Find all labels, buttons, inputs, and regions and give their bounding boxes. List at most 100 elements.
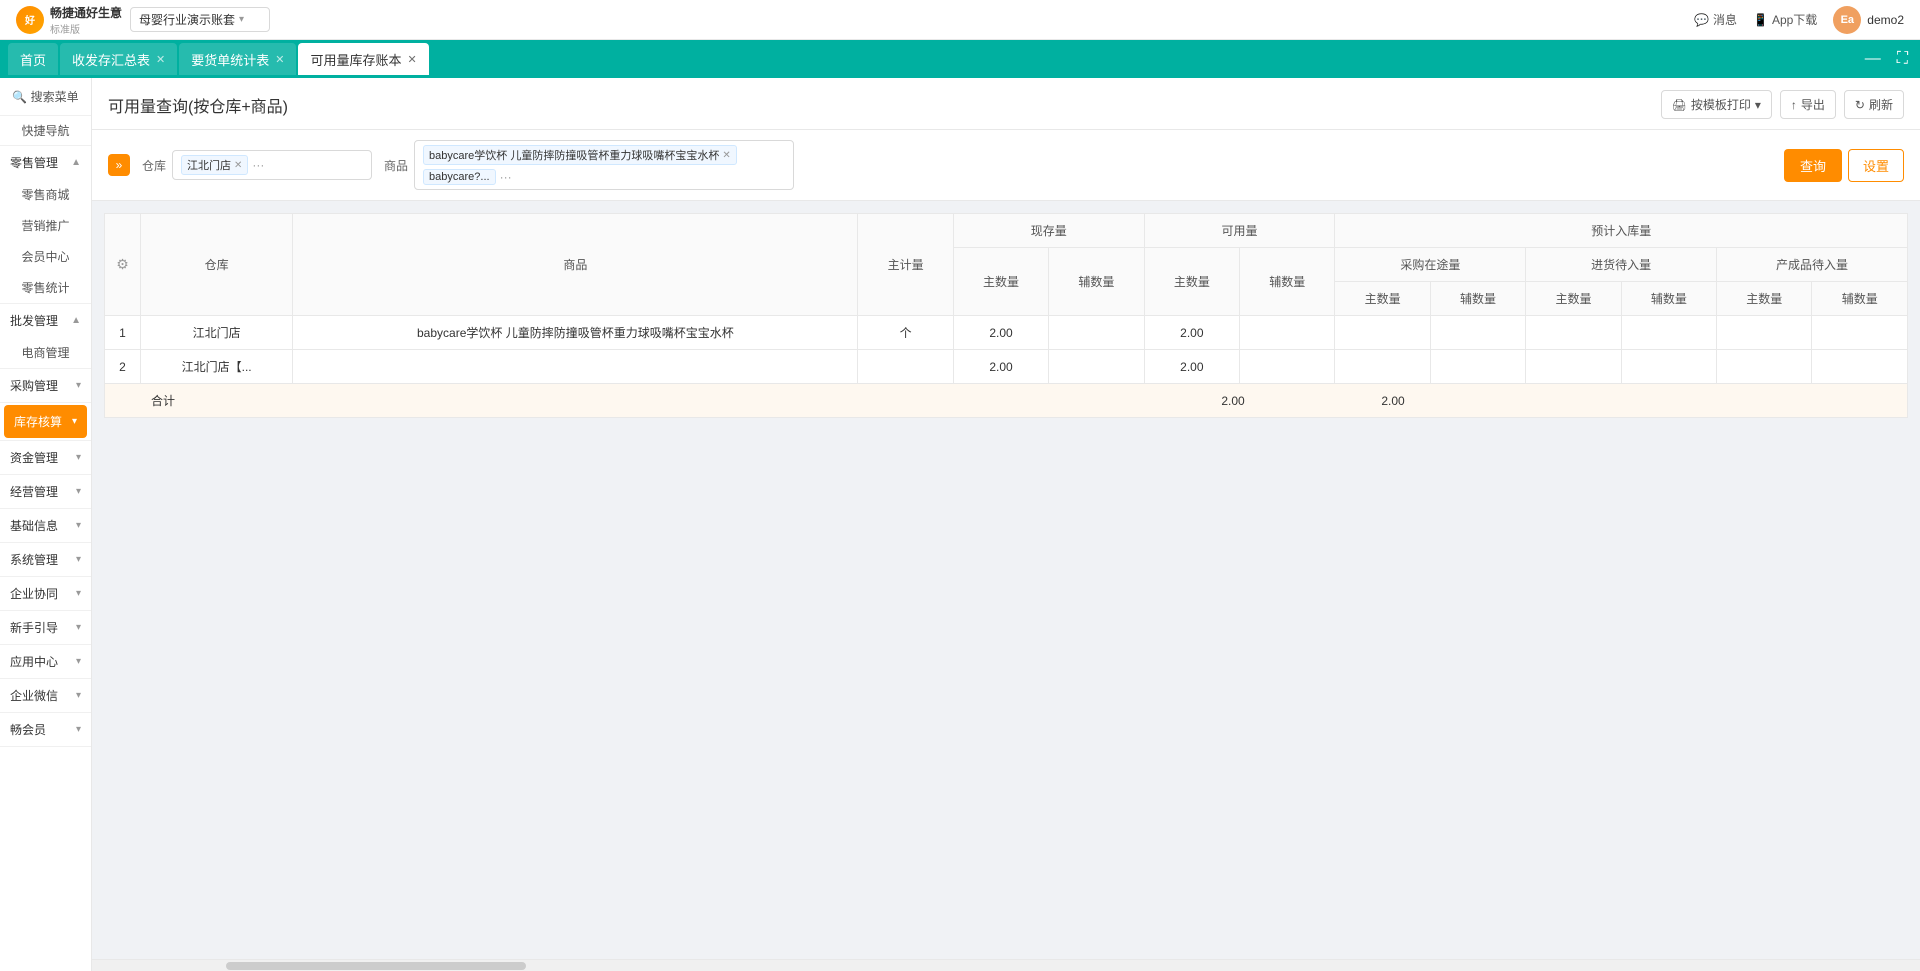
col-goods-in-aux-header: 辅数量 <box>1621 282 1716 316</box>
sidebar-section-wechat: 企业微信 ▾ <box>0 679 91 713</box>
sidebar-purchase-header[interactable]: 采购管理 ▾ <box>0 369 91 402</box>
sidebar-member-arrow-icon: ▾ <box>76 724 81 735</box>
tab-receipt-summary-close-icon[interactable]: ✕ <box>156 53 165 66</box>
cell-unit-1 <box>858 350 953 384</box>
sidebar-section-wholesale: 批发管理 ▲ 电商管理 <box>0 304 91 369</box>
scroll-thumb[interactable] <box>226 962 526 970</box>
tab-order-summary[interactable]: 要货单统计表 ✕ <box>179 43 296 75</box>
table-row: 1 江北门店 babycare学饮杯 儿童防摔防撞吸管杯重力球吸嘴杯宝宝水杯 个… <box>105 316 1908 350</box>
sidebar-purchase-arrow-icon: ▾ <box>76 380 81 391</box>
sidebar-wholesale-header[interactable]: 批发管理 ▲ <box>0 304 91 337</box>
table-body: 1 江北门店 babycare学饮杯 儿童防摔防撞吸管杯重力球吸嘴杯宝宝水杯 个… <box>105 316 1908 384</box>
sidebar-wholesale-arrow-icon: ▲ <box>71 315 81 326</box>
print-dropdown-icon: ▾ <box>1755 98 1761 112</box>
export-btn[interactable]: ↑ 导出 <box>1780 90 1836 119</box>
sidebar-member-header[interactable]: 畅会员 ▾ <box>0 713 91 746</box>
table-settings-icon[interactable]: ⚙ <box>116 256 129 272</box>
page-header-actions: 🖨 按模板打印 ▾ ↑ 导出 ↻ 刷新 <box>1661 90 1904 129</box>
message-btn[interactable]: 💬 消息 <box>1694 11 1737 28</box>
sidebar-item-member-center[interactable]: 会员中心 <box>0 241 91 272</box>
warehouse-tag-remove-icon[interactable]: ✕ <box>234 160 242 171</box>
sidebar-finance-header[interactable]: 资金管理 ▾ <box>0 441 91 474</box>
product-tag-label-1: babycare?... <box>429 171 490 183</box>
content-area: 可用量查询(按仓库+商品) 🖨 按模板打印 ▾ ↑ 导出 ↻ 刷新 <box>92 78 1920 971</box>
search-label: 搜索菜单 <box>31 90 79 104</box>
refresh-btn[interactable]: ↻ 刷新 <box>1844 90 1904 119</box>
industry-label: 母婴行业演示账套 <box>139 11 235 28</box>
sidebar: 🔍 搜索菜单 快捷导航 零售管理 ▲ 零售商城 营销推广 会员中心 零售统计 批… <box>0 78 92 971</box>
sidebar-quick-nav[interactable]: 快捷导航 <box>0 116 91 146</box>
warehouse-input[interactable]: 江北门店 ✕ ··· <box>172 150 372 180</box>
tab-available-stock-label: 可用量库存账本 <box>310 50 401 69</box>
export-icon: ↑ <box>1791 98 1797 112</box>
tab-receipt-summary[interactable]: 收发存汇总表 ✕ <box>60 43 177 75</box>
sidebar-retail-header[interactable]: 零售管理 ▲ <box>0 146 91 179</box>
sidebar-wholesale-label: 批发管理 <box>10 312 58 329</box>
footer-available-main: 2.00 <box>1353 394 1433 408</box>
sidebar-inventory-label: 库存核算 <box>14 413 62 430</box>
logo-area: 好 畅捷通好生意 标准版 <box>16 4 122 36</box>
col-product-header: 商品 <box>293 214 858 316</box>
table-row: 2 江北门店【... 2.00 2.00 <box>105 350 1908 384</box>
col-purchase-in-header: 采购在途量 <box>1335 248 1526 282</box>
cell-row-num-0: 1 <box>105 316 141 350</box>
col-production-in-header: 产成品待入量 <box>1717 248 1908 282</box>
page-title: 可用量查询(按仓库+商品) <box>108 93 288 127</box>
sidebar-operations-header[interactable]: 经营管理 ▾ <box>0 475 91 508</box>
sidebar-item-retail-shop[interactable]: 零售商城 <box>0 179 91 210</box>
warehouse-label: 仓库 <box>142 157 166 174</box>
cell-goods-in-aux-0 <box>1621 316 1716 350</box>
sidebar-basic-header[interactable]: 基础信息 ▾ <box>0 509 91 542</box>
tab-home[interactable]: 首页 <box>8 43 58 75</box>
data-table: ⚙ 仓库 商品 主计量 现存量 <box>104 213 1908 384</box>
sidebar-item-ecommerce[interactable]: 电商管理 <box>0 337 91 368</box>
app-download-btn[interactable]: 📱 App下载 <box>1753 11 1817 28</box>
user-area[interactable]: Ea demo2 <box>1833 6 1904 34</box>
product-tag-0-remove-icon[interactable]: ✕ <box>722 150 730 161</box>
col-production-in-aux-header: 辅数量 <box>1812 282 1908 316</box>
sidebar-wechat-header[interactable]: 企业微信 ▾ <box>0 679 91 712</box>
sidebar-item-marketing[interactable]: 营销推广 <box>0 210 91 241</box>
query-btn[interactable]: 查询 <box>1784 149 1842 182</box>
sidebar-collab-header[interactable]: 企业协同 ▾ <box>0 577 91 610</box>
cell-goods-in-main-1 <box>1526 350 1621 384</box>
sidebar-collab-arrow-icon: ▾ <box>76 588 81 599</box>
product-more-icon[interactable]: ··· <box>500 170 512 184</box>
sidebar-appstore-header[interactable]: 应用中心 ▾ <box>0 645 91 678</box>
sidebar-section-purchase: 采购管理 ▾ <box>0 369 91 403</box>
sidebar-item-retail-stats[interactable]: 零售统计 <box>0 272 91 303</box>
col-available-qty-header: 可用量 <box>1144 214 1335 248</box>
sidebar-guide-header[interactable]: 新手引导 ▾ <box>0 611 91 644</box>
tab-order-summary-close-icon[interactable]: ✕ <box>275 53 284 66</box>
col-available-main-header: 主数量 <box>1144 248 1239 316</box>
tab-fullscreen-icon[interactable]: ⛶ <box>1893 46 1912 72</box>
cell-purchase-in-aux-0 <box>1430 316 1525 350</box>
filter-expand-btn[interactable]: » <box>108 154 130 176</box>
sidebar-wechat-arrow-icon: ▾ <box>76 690 81 701</box>
tab-available-stock[interactable]: 可用量库存账本 ✕ <box>298 43 428 75</box>
sidebar-system-label: 系统管理 <box>10 551 58 568</box>
col-production-in-main-header: 主数量 <box>1717 282 1812 316</box>
sidebar-system-header[interactable]: 系统管理 ▾ <box>0 543 91 576</box>
warehouse-more-icon[interactable]: ··· <box>252 158 264 172</box>
warehouse-tag-0: 江北门店 ✕ <box>181 155 248 175</box>
industry-selector[interactable]: 母婴行业演示账套 ▾ <box>130 7 270 32</box>
refresh-icon: ↻ <box>1855 98 1865 112</box>
cell-current-aux-1 <box>1049 350 1144 384</box>
filter-actions: 查询 设置 <box>1784 149 1904 182</box>
col-goods-in-main-header: 主数量 <box>1526 282 1621 316</box>
col-current-main-header: 主数量 <box>953 248 1048 316</box>
product-input[interactable]: babycare学饮杯 儿童防摔防撞吸管杯重力球吸嘴杯宝宝水杯 ✕ babyca… <box>414 140 794 190</box>
app-icon: 📱 <box>1753 13 1768 27</box>
scroll-bar[interactable] <box>92 959 1920 971</box>
cell-available-main-1: 2.00 <box>1144 350 1239 384</box>
tab-minimize-icon[interactable]: — <box>1861 46 1885 72</box>
tab-available-stock-close-icon[interactable]: ✕ <box>408 53 417 66</box>
print-template-btn[interactable]: 🖨 按模板打印 ▾ <box>1661 90 1772 119</box>
sidebar-wechat-label: 企业微信 <box>10 687 58 704</box>
sidebar-section-collab: 企业协同 ▾ <box>0 577 91 611</box>
sidebar-inventory-header[interactable]: 库存核算 ▾ <box>4 405 87 438</box>
sidebar-search[interactable]: 🔍 搜索菜单 <box>0 78 91 116</box>
cell-production-in-main-0 <box>1717 316 1812 350</box>
setting-btn[interactable]: 设置 <box>1848 149 1904 182</box>
